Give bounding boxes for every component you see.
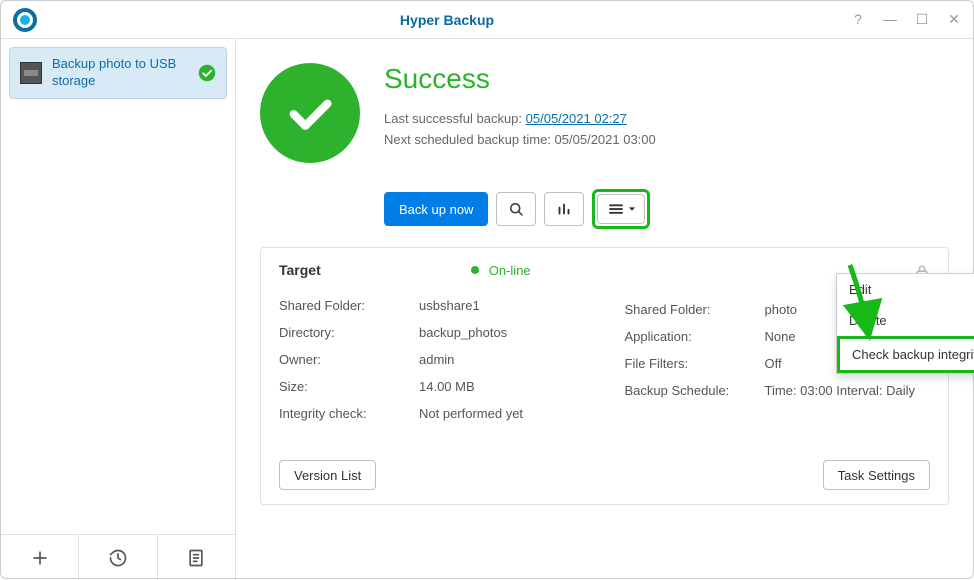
close-button[interactable]: ✕ bbox=[947, 11, 961, 28]
sidebar-toolbar bbox=[1, 534, 235, 580]
window-controls: ? — ☐ ✕ bbox=[851, 11, 961, 28]
target-heading: Target bbox=[279, 262, 321, 278]
online-text: On-line bbox=[489, 263, 531, 278]
window-title: Hyper Backup bbox=[43, 12, 851, 28]
task-menu-button[interactable] bbox=[597, 194, 645, 224]
task-label: Backup photo to USB storage bbox=[52, 56, 188, 90]
maximize-button[interactable]: ☐ bbox=[915, 11, 929, 28]
table-row: Shared Folder:usbshare1 bbox=[279, 292, 585, 319]
backup-now-button[interactable]: Back up now bbox=[384, 192, 488, 226]
titlebar: Hyper Backup ? — ☐ ✕ bbox=[1, 1, 973, 39]
minimize-button[interactable]: — bbox=[883, 11, 897, 28]
action-row: Back up now bbox=[236, 189, 973, 229]
sidebar: Backup photo to USB storage bbox=[1, 39, 236, 580]
task-settings-button[interactable]: Task Settings bbox=[823, 460, 930, 490]
menu-check-integrity[interactable]: Check backup integrity bbox=[837, 336, 974, 373]
table-row: Directory:backup_photos bbox=[279, 319, 585, 346]
explore-button[interactable] bbox=[496, 192, 536, 226]
log-button[interactable] bbox=[158, 535, 235, 580]
help-button[interactable]: ? bbox=[851, 11, 865, 28]
chevron-down-icon bbox=[628, 205, 636, 213]
table-row: Owner:admin bbox=[279, 346, 585, 373]
version-list-button[interactable]: Version List bbox=[279, 460, 376, 490]
success-check-icon bbox=[260, 63, 360, 163]
task-item[interactable]: Backup photo to USB storage bbox=[9, 47, 227, 99]
table-row: Size:14.00 MB bbox=[279, 373, 585, 400]
next-backup-line: Next scheduled backup time: 05/05/2021 0… bbox=[384, 132, 656, 147]
menu-icon bbox=[607, 200, 625, 218]
last-backup-link[interactable]: 05/05/2021 02:27 bbox=[526, 111, 627, 126]
menu-delete[interactable]: Delete bbox=[837, 305, 974, 336]
success-icon bbox=[198, 64, 216, 82]
restore-button[interactable] bbox=[79, 535, 157, 580]
storage-icon bbox=[20, 62, 42, 84]
status-heading: Success bbox=[384, 63, 656, 95]
menu-button-highlight bbox=[592, 189, 650, 229]
content: Success Last successful backup: 05/05/20… bbox=[236, 39, 973, 580]
last-backup-line: Last successful backup: 05/05/2021 02:27 bbox=[384, 111, 656, 126]
target-column: Target On-line Shared Folder:usbshare1 D… bbox=[279, 262, 585, 490]
add-task-button[interactable] bbox=[1, 535, 79, 580]
table-row: Integrity check:Not performed yet bbox=[279, 400, 585, 427]
menu-edit[interactable]: Edit bbox=[837, 274, 974, 305]
table-row: Backup Schedule:Time: 03:00 Interval: Da… bbox=[625, 377, 931, 404]
statistics-button[interactable] bbox=[544, 192, 584, 226]
online-indicator-icon bbox=[471, 266, 479, 274]
status-area: Success Last successful backup: 05/05/20… bbox=[236, 39, 973, 175]
app-icon bbox=[13, 8, 37, 32]
task-menu-dropdown: Edit Delete Check backup integrity bbox=[836, 273, 974, 374]
